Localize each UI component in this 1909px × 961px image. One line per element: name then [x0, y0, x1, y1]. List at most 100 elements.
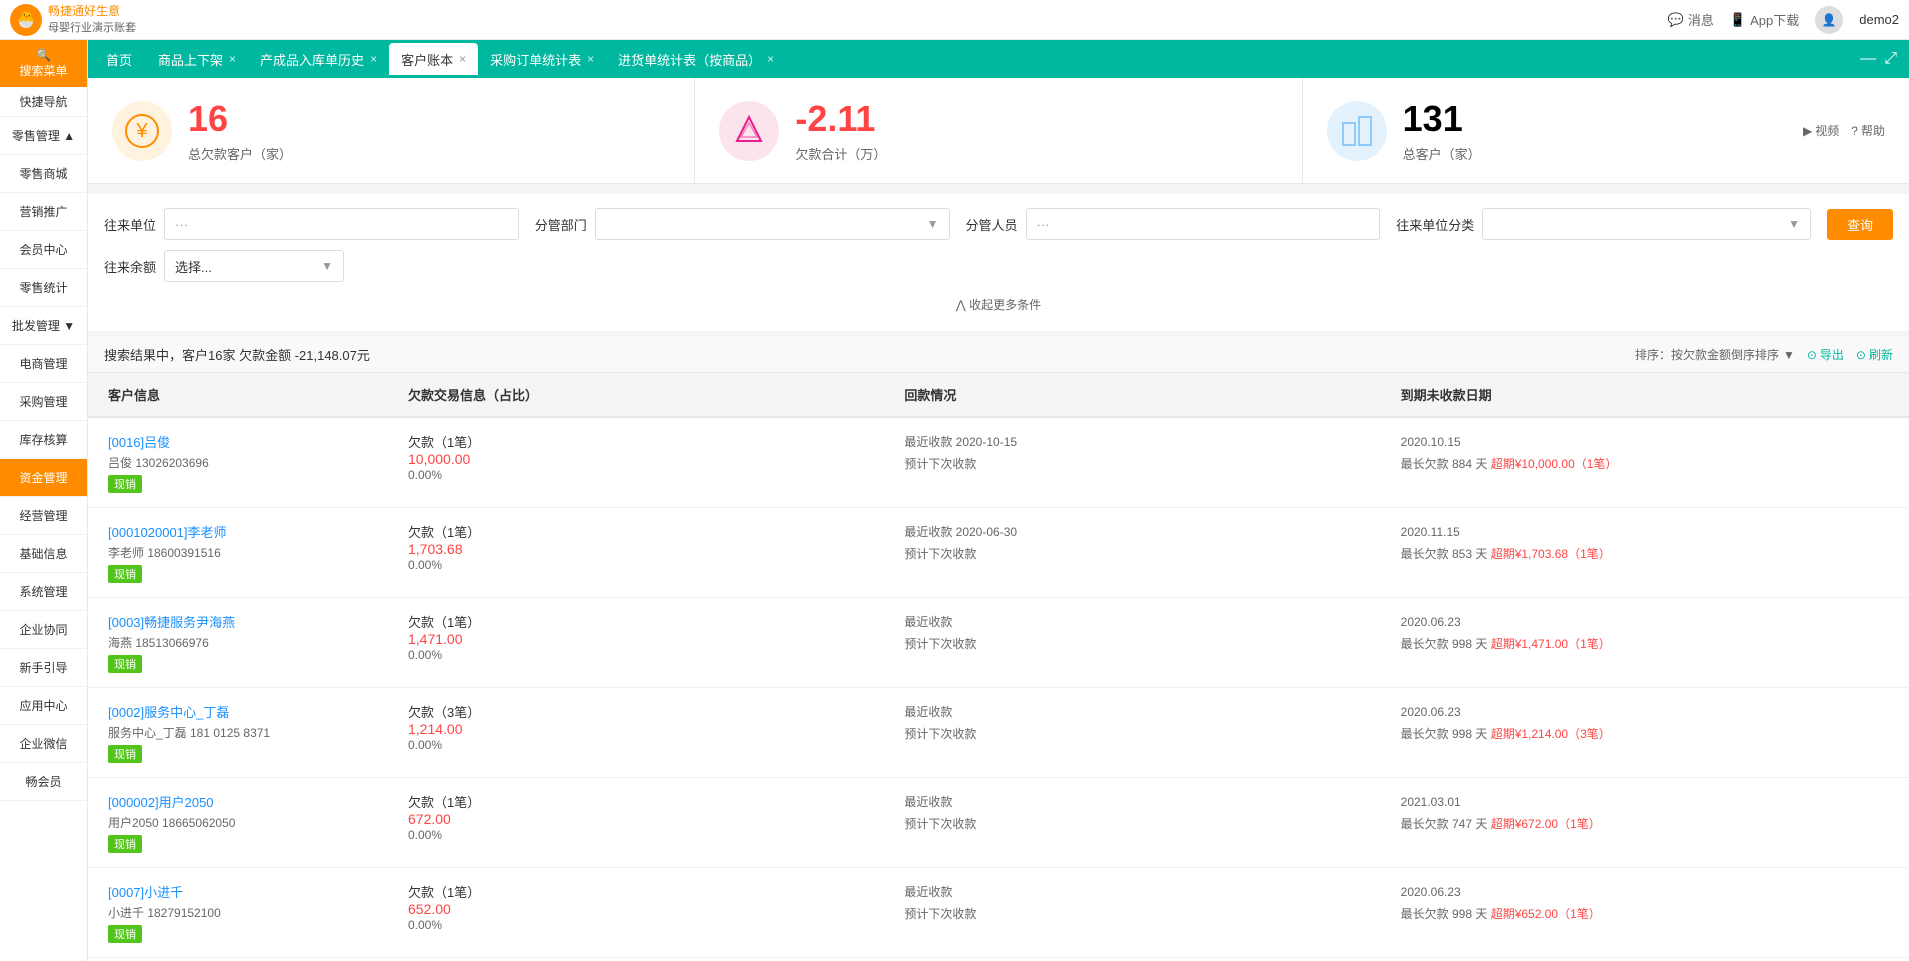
due-cell-5: 2020.06.23 最长欠款 998 天 超期¥652.00（1笔） [1397, 880, 1893, 927]
overdue-link-4[interactable]: 超期¥672.00（1笔） [1491, 817, 1601, 831]
overdue-link-3[interactable]: 超期¥1,214.00（3笔） [1491, 727, 1611, 741]
overdue-link-1[interactable]: 超期¥1,703.68（1笔） [1491, 547, 1611, 561]
customer-name-0[interactable]: [0016]吕俊 [108, 432, 400, 451]
tab-maximize-btn[interactable]: ⤢ [1884, 50, 1897, 68]
debt-count-2: 欠款（1笔） [408, 612, 896, 631]
overdue-days-0: 最长欠款 884 天 超期¥10,000.00（1笔） [1401, 454, 1889, 476]
col-header-debt: 欠款交易信息（占比） [404, 383, 900, 406]
manager-input[interactable]: ··· [1026, 208, 1381, 240]
stat-label-debt-customers: 总欠款客户（家） [188, 144, 292, 163]
tab-products-history[interactable]: 产成品入库单历史 × [248, 43, 389, 75]
sidebar-item-batch-mgmt[interactable]: 批发管理 ▼ [0, 307, 87, 345]
sidebar-item-enterprise-collab[interactable]: 企业协同 [0, 611, 87, 649]
sidebar-item-member[interactable]: 会员中心 [0, 231, 87, 269]
stat-value-debt-amount: -2.11 [795, 98, 886, 140]
overdue-link-5[interactable]: 超期¥652.00（1笔） [1491, 907, 1601, 921]
sidebar-item-operations[interactable]: 经营管理 [0, 497, 87, 535]
tab-customer-account[interactable]: 客户账本 × [389, 43, 478, 75]
dept-select[interactable]: ▼ [595, 208, 950, 240]
app-download-btn[interactable]: 📱 App下载 [1730, 10, 1799, 29]
sidebar-item-vip-member[interactable]: 畅会员 [0, 763, 87, 801]
sidebar-item-basic-info[interactable]: 基础信息 [0, 535, 87, 573]
message-btn[interactable]: 💬 消息 [1668, 10, 1714, 29]
customer-name-1[interactable]: [0001020001]李老师 [108, 522, 400, 541]
sidebar-item-capital[interactable]: 资金管理 [0, 459, 87, 497]
next-payment-3: 预计下次收款 [904, 724, 1392, 746]
tab-inbound-stats[interactable]: 进货单统计表（按商品） × [606, 43, 786, 75]
user-avatar[interactable]: 👤 [1815, 6, 1843, 34]
user-name[interactable]: demo2 [1859, 12, 1899, 27]
from-unit-input[interactable]: ··· [164, 208, 519, 240]
debt-amount-3: 1,214.00 [408, 721, 896, 737]
balance-select[interactable]: 选择... ▼ [164, 250, 344, 282]
filter-unit-category: 往来单位分类 ▼ [1396, 208, 1811, 240]
sidebar: 🔍 搜索菜单 快捷导航 零售管理 ▲ 零售商城 营销推广 会员中心 零售统计 [0, 40, 88, 961]
debt-amount-0: 10,000.00 [408, 451, 896, 467]
vip-member-label: 畅会员 [25, 775, 61, 789]
retail-stats-label: 零售统计 [19, 281, 67, 295]
tab-home[interactable]: 首页 [92, 43, 146, 75]
customer-name-5[interactable]: [0007]小进千 [108, 882, 400, 901]
table-row: [0007]小进千 小进千 18279152100 现销 欠款（1笔） 652.… [88, 868, 1909, 958]
tab-products-shelf[interactable]: 商品上下架 × [146, 43, 248, 75]
tab-minimize-btn[interactable]: — [1860, 50, 1876, 68]
stat-info-debt: 16 总欠款客户（家） [188, 98, 292, 163]
overdue-link-0[interactable]: 超期¥10,000.00（1笔） [1491, 457, 1618, 471]
video-btn[interactable]: ▶ 视频 [1803, 122, 1839, 139]
table-row: [0016]吕俊 吕俊 13026203696 现销 欠款（1笔） 10,000… [88, 418, 1909, 508]
manager-label: 分管人员 [966, 215, 1018, 234]
sort-select[interactable]: 排序：按欠款金额倒序排序 ▼ [1635, 346, 1795, 363]
customer-tag-2: 现销 [108, 655, 142, 673]
enterprise-wechat-label: 企业微信 [19, 737, 67, 751]
sidebar-search[interactable]: 🔍 搜索菜单 [0, 40, 87, 87]
tab-purchase-stats-close[interactable]: × [587, 52, 594, 66]
overdue-link-2[interactable]: 超期¥1,471.00（1笔） [1491, 637, 1611, 651]
refresh-btn[interactable]: ⊙ 刷新 [1856, 346, 1893, 363]
sidebar-item-inventory[interactable]: 库存核算 [0, 421, 87, 459]
collapse-row[interactable]: ⋀ 收起更多条件 [104, 292, 1893, 317]
query-btn[interactable]: 查询 [1827, 209, 1893, 240]
sidebar-item-enterprise-wechat[interactable]: 企业微信 [0, 725, 87, 763]
tab-customer-account-close[interactable]: × [459, 52, 466, 66]
top-bar: 🐣 畅捷通好生意 母婴行业演示账套 💬 消息 📱 App下载 👤 demo2 [0, 0, 1909, 40]
refresh-label: 刷新 [1869, 346, 1893, 363]
logo-sub: 母婴行业演示账套 [48, 19, 136, 35]
tab-products-shelf-close[interactable]: × [229, 52, 236, 66]
sidebar-item-new-guide[interactable]: 新手引导 [0, 649, 87, 687]
sidebar-item-purchase[interactable]: 采购管理 [0, 383, 87, 421]
system-label: 系统管理 [19, 585, 67, 599]
debt-pct-5: 0.00% [408, 918, 442, 932]
unit-category-arrow-icon: ▼ [1788, 217, 1800, 231]
sidebar-item-app-center[interactable]: 应用中心 [0, 687, 87, 725]
stat-info-total: 131 总客户（家） [1403, 98, 1481, 163]
unit-category-select[interactable]: ▼ [1482, 208, 1811, 240]
tab-purchase-stats[interactable]: 采购订单统计表 × [478, 43, 606, 75]
next-payment-1: 预计下次收款 [904, 544, 1392, 566]
refresh-icon: ⊙ [1856, 348, 1866, 362]
sidebar-item-retail-mgmt[interactable]: 零售管理 ▲ [0, 117, 87, 155]
results-bar: 搜索结果中，客户16家 欠款金额 -21,148.07元 排序：按欠款金额倒序排… [88, 337, 1909, 373]
debt-pct-0: 0.00% [408, 468, 442, 482]
export-icon: ⊙ [1807, 348, 1817, 362]
recovery-cell-4: 最近收款 预计下次收款 [900, 790, 1396, 837]
help-btn[interactable]: ? 帮助 [1851, 122, 1885, 139]
filter-dept: 分管部门 ▼ [535, 208, 950, 240]
sidebar-item-retail-stats[interactable]: 零售统计 [0, 269, 87, 307]
customer-name-2[interactable]: [0003]畅捷服务尹海燕 [108, 612, 400, 631]
tab-inbound-stats-close[interactable]: × [767, 52, 774, 66]
app-download-label: App下载 [1750, 10, 1799, 29]
export-btn[interactable]: ⊙ 导出 [1807, 346, 1844, 363]
sidebar-item-marketing[interactable]: 营销推广 [0, 193, 87, 231]
sidebar-quick-nav[interactable]: 快捷导航 [0, 87, 87, 117]
customer-name-3[interactable]: [0002]服务中心_丁磊 [108, 702, 400, 721]
filter-row-2: 往来余额 选择... ▼ [104, 250, 1893, 282]
sidebar-item-ecommerce[interactable]: 电商管理 [0, 345, 87, 383]
sidebar-item-retail-mall[interactable]: 零售商城 [0, 155, 87, 193]
tab-products-history-close[interactable]: × [370, 52, 377, 66]
customer-phone-0: 吕俊 13026203696 [108, 454, 400, 471]
due-cell-1: 2020.11.15 最长欠款 853 天 超期¥1,703.68（1笔） [1397, 520, 1893, 567]
logo-text: 畅捷通好生意 [48, 4, 136, 18]
customer-name-4[interactable]: [000002]用户2050 [108, 792, 400, 811]
results-actions: 排序：按欠款金额倒序排序 ▼ ⊙ 导出 ⊙ 刷新 [1635, 346, 1893, 363]
sidebar-item-system[interactable]: 系统管理 [0, 573, 87, 611]
